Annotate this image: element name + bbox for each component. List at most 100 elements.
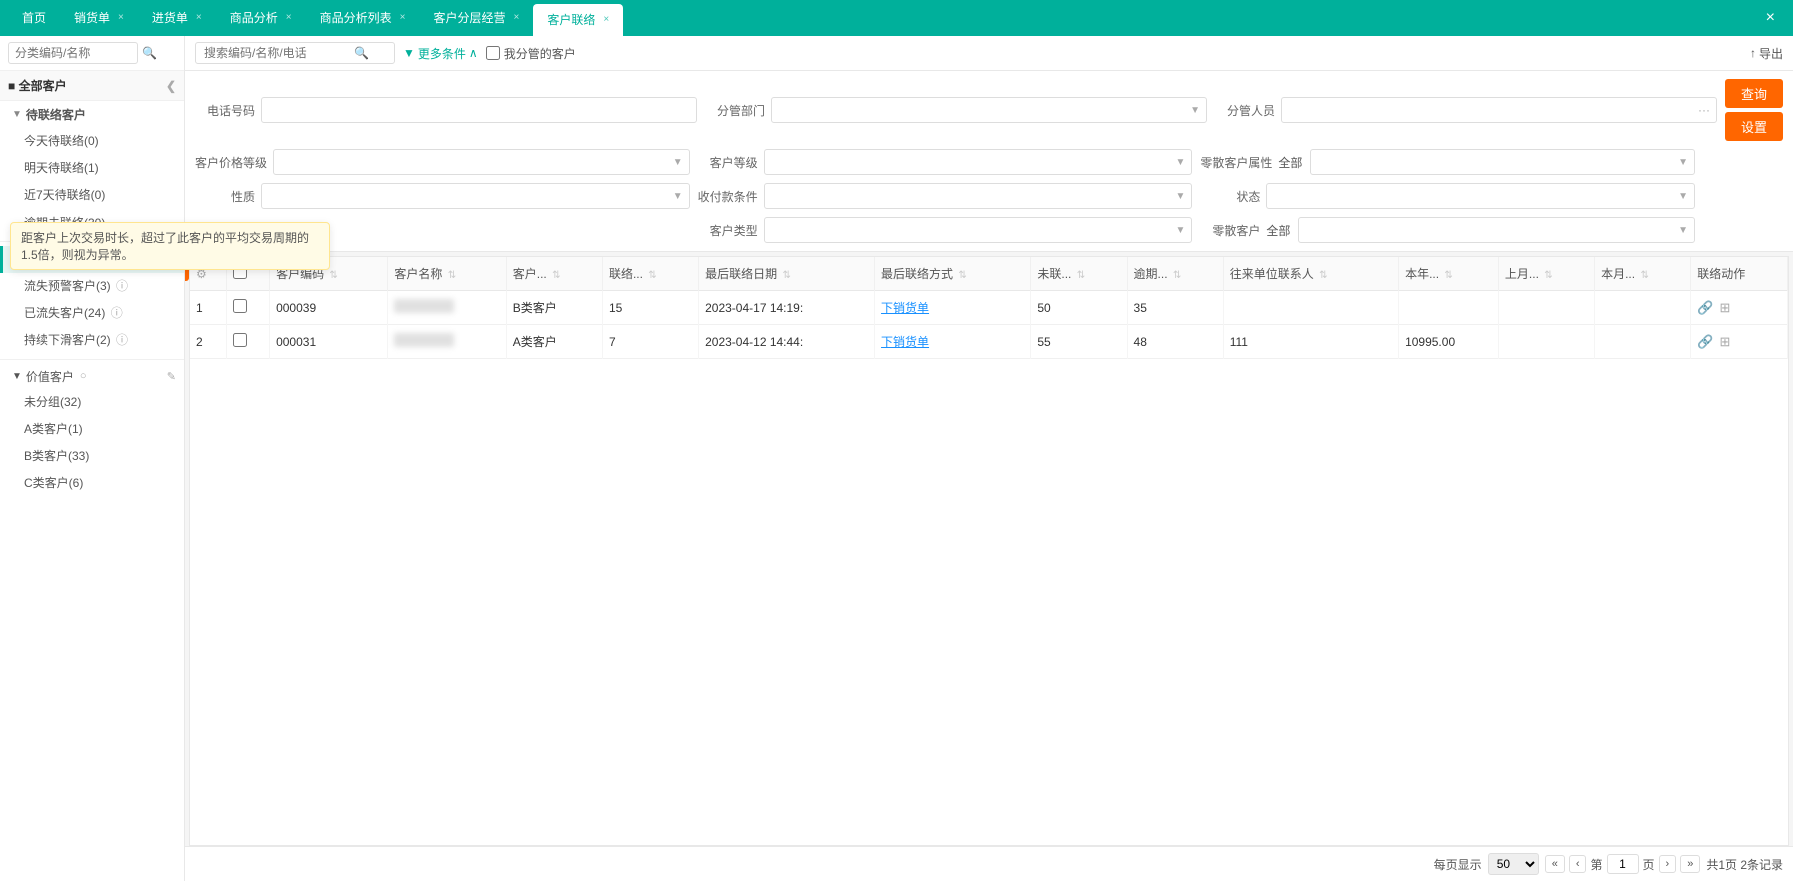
nature-arrow: ▼ <box>673 191 683 202</box>
sidebar-value-customers-section[interactable]: ▼ 价值客户 ○ ✎ <box>0 364 184 389</box>
scatter-attr-select[interactable]: ▼ <box>1310 149 1695 175</box>
page-input[interactable] <box>1607 854 1639 874</box>
customer-type-select[interactable]: ▼ <box>764 217 1193 243</box>
price-level-select[interactable]: ▼ <box>273 149 690 175</box>
filter-cell-price-level: 客户价格等级 ▼ <box>195 149 690 175</box>
cell-overdue: 35 <box>1127 291 1223 325</box>
my-customers-checkbox-label[interactable]: 我分管的客户 <box>486 45 576 62</box>
value-customers-edit-icon[interactable]: ○ <box>80 370 87 382</box>
close-customer-tier[interactable]: × <box>513 0 519 36</box>
more-conditions-btn[interactable]: ▼ 更多条件 ∧ <box>403 45 478 62</box>
cell-no: 1 <box>190 291 227 325</box>
col-name[interactable]: 客户名称 ⇅ <box>388 257 506 291</box>
sidebar-a-class[interactable]: A类客户(1) <box>0 416 184 443</box>
action-link-icon[interactable]: 🔗 <box>1697 334 1713 350</box>
col-contact-count[interactable]: 联络... ⇅ <box>602 257 698 291</box>
nav-customer-contact[interactable]: 客户联络 × <box>533 4 623 36</box>
sidebar-c-class[interactable]: C类客户(6) <box>0 470 184 497</box>
close-purchase-order[interactable]: × <box>196 0 202 36</box>
sidebar-ungroup[interactable]: 未分组(32) <box>0 389 184 416</box>
my-customers-checkbox[interactable] <box>486 46 500 60</box>
payment-label: 收付款条件 <box>698 188 758 205</box>
filter-bar: 🔍 ▼ 更多条件 ∧ 我分管的客户 ↑ 导出 <box>185 36 1793 71</box>
sidebar-lost[interactable]: 已流失客户(24) ⓘ <box>0 300 184 327</box>
cell-contact-person: 111 <box>1223 325 1398 359</box>
col-this-year[interactable]: 本年... ⇅ <box>1399 257 1499 291</box>
close-all-tabs[interactable]: × <box>1756 9 1785 27</box>
close-customer-contact[interactable]: × <box>603 4 609 36</box>
filter-search-icon[interactable]: 🔍 <box>354 46 369 60</box>
price-level-arrow: ▼ <box>673 157 683 168</box>
filter-cell-payment: 收付款条件 ▼ <box>698 183 1193 209</box>
close-sales-order[interactable]: × <box>118 0 124 36</box>
person-input[interactable]: ··· <box>1281 97 1717 123</box>
sidebar-tomorrow-pending[interactable]: 明天待联络(1) <box>0 155 184 182</box>
sidebar-b-class[interactable]: B类客户(33) <box>0 443 184 470</box>
row-checkbox[interactable] <box>233 333 247 347</box>
nav-sales-order[interactable]: 销货单 × <box>60 0 138 36</box>
action-grid-icon[interactable]: ⊞ <box>1719 334 1730 350</box>
value-customers-settings-icon[interactable]: ✎ <box>167 370 176 383</box>
all-customers-header[interactable]: ■ 全部客户 ❮ <box>0 71 184 101</box>
person-label: 分管人员 <box>1215 102 1275 119</box>
last-page-btn[interactable]: » <box>1680 855 1700 873</box>
export-btn[interactable]: ↑ 导出 <box>1750 45 1783 62</box>
cell-not-contacted: 50 <box>1031 291 1127 325</box>
next-page-btn[interactable]: › <box>1659 855 1677 873</box>
col-level[interactable]: 客户... ⇅ <box>506 257 602 291</box>
row-checkbox[interactable] <box>233 299 247 313</box>
col-not-contacted[interactable]: 未联... ⇅ <box>1031 257 1127 291</box>
col-last-date[interactable]: 最后联络日期 ⇅ <box>699 257 875 291</box>
sidebar-declining[interactable]: 持续下滑客户(2) ⓘ <box>0 327 184 354</box>
nav-purchase-order[interactable]: 进货单 × <box>138 0 216 36</box>
person-more-icon[interactable]: ··· <box>1698 103 1710 117</box>
action-link-icon[interactable]: 🔗 <box>1697 300 1713 316</box>
sidebar-today-pending[interactable]: 今天待联络(0) <box>0 128 184 155</box>
col-overdue[interactable]: 逾期... ⇅ <box>1127 257 1223 291</box>
nav-product-analysis-list[interactable]: 商品分析列表 × <box>306 0 420 36</box>
close-product-analysis[interactable]: × <box>286 0 292 36</box>
scatter-customer-select[interactable]: ▼ <box>1298 217 1695 243</box>
customer-name-blurred <box>394 299 454 313</box>
first-page-btn[interactable]: « <box>1545 855 1565 873</box>
filter-search-input[interactable] <box>204 46 354 60</box>
status-select[interactable]: ▼ <box>1266 183 1695 209</box>
cell-last-date: 2023-04-17 14:19: <box>699 291 875 325</box>
phone-label: 电话号码 <box>195 102 255 119</box>
setting-button[interactable]: 设置 <box>1725 112 1783 141</box>
action-grid-icon[interactable]: ⊞ <box>1719 300 1730 316</box>
close-product-analysis-list[interactable]: × <box>400 0 406 36</box>
advanced-filters: 电话号码 分管部门 ▼ 分管人员 ··· <box>185 71 1793 252</box>
scatter-customer-label: 零散客户 <box>1200 222 1260 239</box>
query-button[interactable]: 查询 <box>1725 79 1783 108</box>
col-last-method[interactable]: 最后联络方式 ⇅ <box>875 257 1031 291</box>
filter-cell-status: 状态 ▼ <box>1200 183 1695 209</box>
sidebar-lost-pre[interactable]: 流失预警客户(3) ⓘ <box>0 273 184 300</box>
filter-search-box[interactable]: 🔍 <box>195 42 395 64</box>
col-this-month[interactable]: 本月... ⇅ <box>1595 257 1691 291</box>
dept-select[interactable]: ▼ <box>771 97 1207 123</box>
last-contact-link[interactable]: 下销货单 <box>881 301 929 315</box>
sidebar-7days-pending[interactable]: 近7天待联络(0) <box>0 182 184 209</box>
nav-product-analysis[interactable]: 商品分析 × <box>216 0 306 36</box>
cell-checkbox <box>227 291 270 325</box>
payment-select[interactable]: ▼ <box>764 183 1193 209</box>
nav-customer-tier[interactable]: 客户分层经营 × <box>419 0 533 36</box>
sidebar-search-icon[interactable]: 🔍 <box>142 46 157 60</box>
page-suffix: 页 <box>1643 856 1655 873</box>
nav-home[interactable]: 首页 <box>8 0 60 36</box>
cell-level: B类客户 <box>506 291 602 325</box>
sidebar-search-input[interactable] <box>8 42 138 64</box>
sidebar: 🔍 ■ 全部客户 ❮ ▼ 待联络客户 今天待联络(0) 明天待联络(1) <box>0 36 185 881</box>
col-last-month[interactable]: 上月... ⇅ <box>1498 257 1594 291</box>
nature-select[interactable]: ▼ <box>261 183 690 209</box>
phone-input[interactable] <box>261 97 697 123</box>
last-contact-link[interactable]: 下销货单 <box>881 335 929 349</box>
cell-level: A类客户 <box>506 325 602 359</box>
pending-contact-section[interactable]: ▼ 待联络客户 <box>0 101 184 128</box>
col-contact-person[interactable]: 往来单位联系人 ⇅ <box>1223 257 1398 291</box>
sidebar-collapse-btn[interactable]: ❮ <box>166 79 176 93</box>
prev-page-btn[interactable]: ‹ <box>1569 855 1587 873</box>
per-page-select[interactable]: 50 20 100 <box>1488 853 1539 875</box>
customer-level-select[interactable]: ▼ <box>764 149 1193 175</box>
